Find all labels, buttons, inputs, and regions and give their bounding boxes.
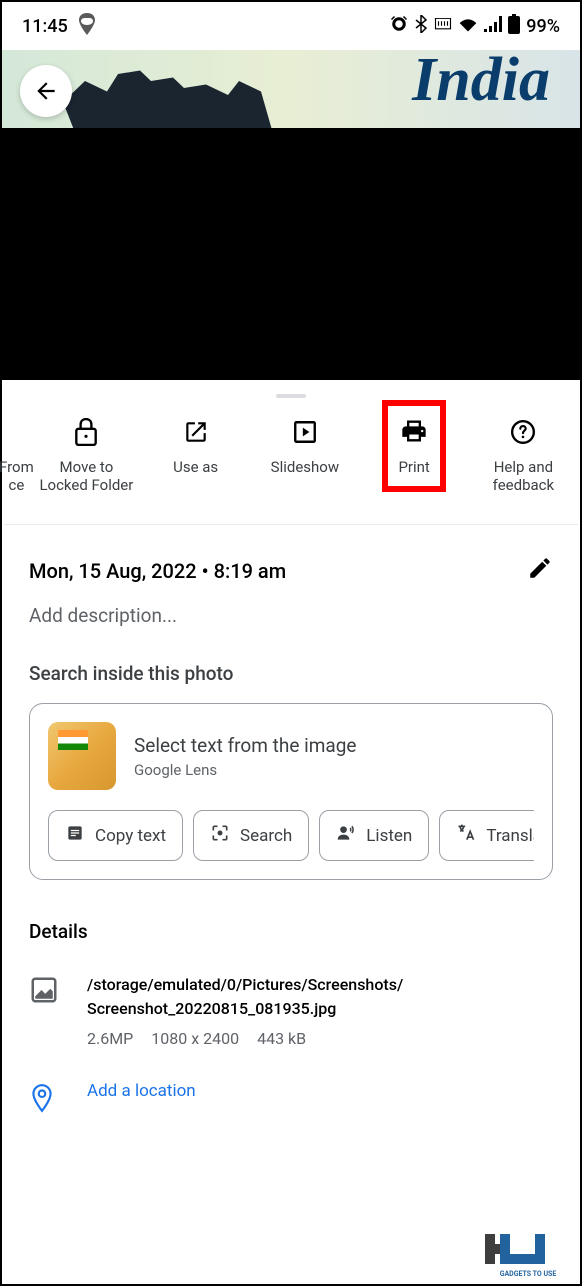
lens-card: Select text from the image Google Lens C… (29, 703, 553, 880)
search-button[interactable]: Search (193, 810, 309, 861)
search-section: Search inside this photo Select text fro… (4, 627, 578, 880)
location-link: Add a location (87, 1081, 196, 1101)
print-icon (400, 418, 428, 446)
lens-sub-text: Google Lens (134, 761, 356, 779)
photo-date: Mon, 15 Aug, 2022 • 8:19 am (29, 559, 286, 583)
search-title: Search inside this photo (29, 662, 553, 685)
svg-text:GADGETS TO USE: GADGETS TO USE (500, 1270, 557, 1278)
file-path: /storage/emulated/0/Pictures/Screenshots… (87, 973, 403, 1021)
alarm-icon (390, 15, 408, 38)
slideshow-icon (291, 418, 319, 446)
file-size: 443 kB (257, 1027, 306, 1051)
photo-area[interactable]: India (2, 50, 580, 380)
listen-icon (336, 823, 356, 848)
image-icon (29, 975, 59, 1009)
detail-location[interactable]: Add a location (29, 1081, 553, 1117)
action-print[interactable]: Print (360, 418, 469, 494)
battery-icon (508, 14, 520, 39)
wifi-icon (458, 16, 478, 37)
copy-text-icon (65, 823, 85, 848)
copy-text-button[interactable]: Copy text (48, 810, 183, 861)
location-icon (29, 1083, 59, 1117)
info-section: Mon, 15 Aug, 2022 • 8:19 am Add descript… (4, 525, 578, 627)
status-time: 11:45 (22, 16, 68, 37)
action-use-as[interactable]: Use as (141, 418, 250, 494)
print-highlight: Print (382, 400, 445, 492)
bluetooth-icon (414, 15, 428, 38)
watermark: GADGETS TO USE (480, 1229, 575, 1279)
action-partial[interactable]: From ce (0, 418, 32, 494)
listen-button[interactable]: Listen (319, 810, 429, 861)
file-dimensions: 1080 x 2400 (151, 1027, 239, 1051)
banner-text: India (412, 50, 550, 116)
photo-banner: India (2, 50, 580, 128)
action-help[interactable]: Help and feedback (469, 418, 578, 494)
bottom-sheet: From ce Move to Locked Folder Use as Sli… (4, 386, 578, 1282)
details-section: Details /storage/emulated/0/Pictures/Scr… (4, 880, 578, 1117)
lens-thumbnail (48, 722, 116, 790)
arrow-back-icon (33, 78, 59, 104)
action-slideshow[interactable]: Slideshow (250, 418, 359, 494)
status-bar: 11:45 99% (2, 2, 580, 50)
action-move-to-locked[interactable]: Move to Locked Folder (32, 418, 141, 494)
file-mp: 2.6MP (87, 1027, 133, 1051)
edit-icon[interactable] (527, 555, 553, 586)
signal-icon (484, 16, 502, 37)
details-title: Details (29, 920, 553, 943)
help-icon (509, 418, 537, 446)
translate-button[interactable]: Translate (439, 810, 534, 861)
lock-icon (72, 418, 100, 446)
silhouette-graphic (52, 60, 272, 128)
battery-percent: 99% (526, 16, 560, 37)
search-icon (210, 823, 230, 848)
lens-main-text: Select text from the image (134, 734, 356, 757)
back-button[interactable] (20, 65, 72, 117)
external-icon (182, 418, 210, 446)
translate-icon (456, 823, 476, 848)
action-row: From ce Move to Locked Folder Use as Sli… (4, 398, 578, 525)
description-input[interactable]: Add description... (29, 604, 553, 627)
volte-icon (434, 16, 452, 37)
swiggy-icon (78, 13, 96, 40)
detail-file: /storage/emulated/0/Pictures/Screenshots… (29, 973, 553, 1051)
